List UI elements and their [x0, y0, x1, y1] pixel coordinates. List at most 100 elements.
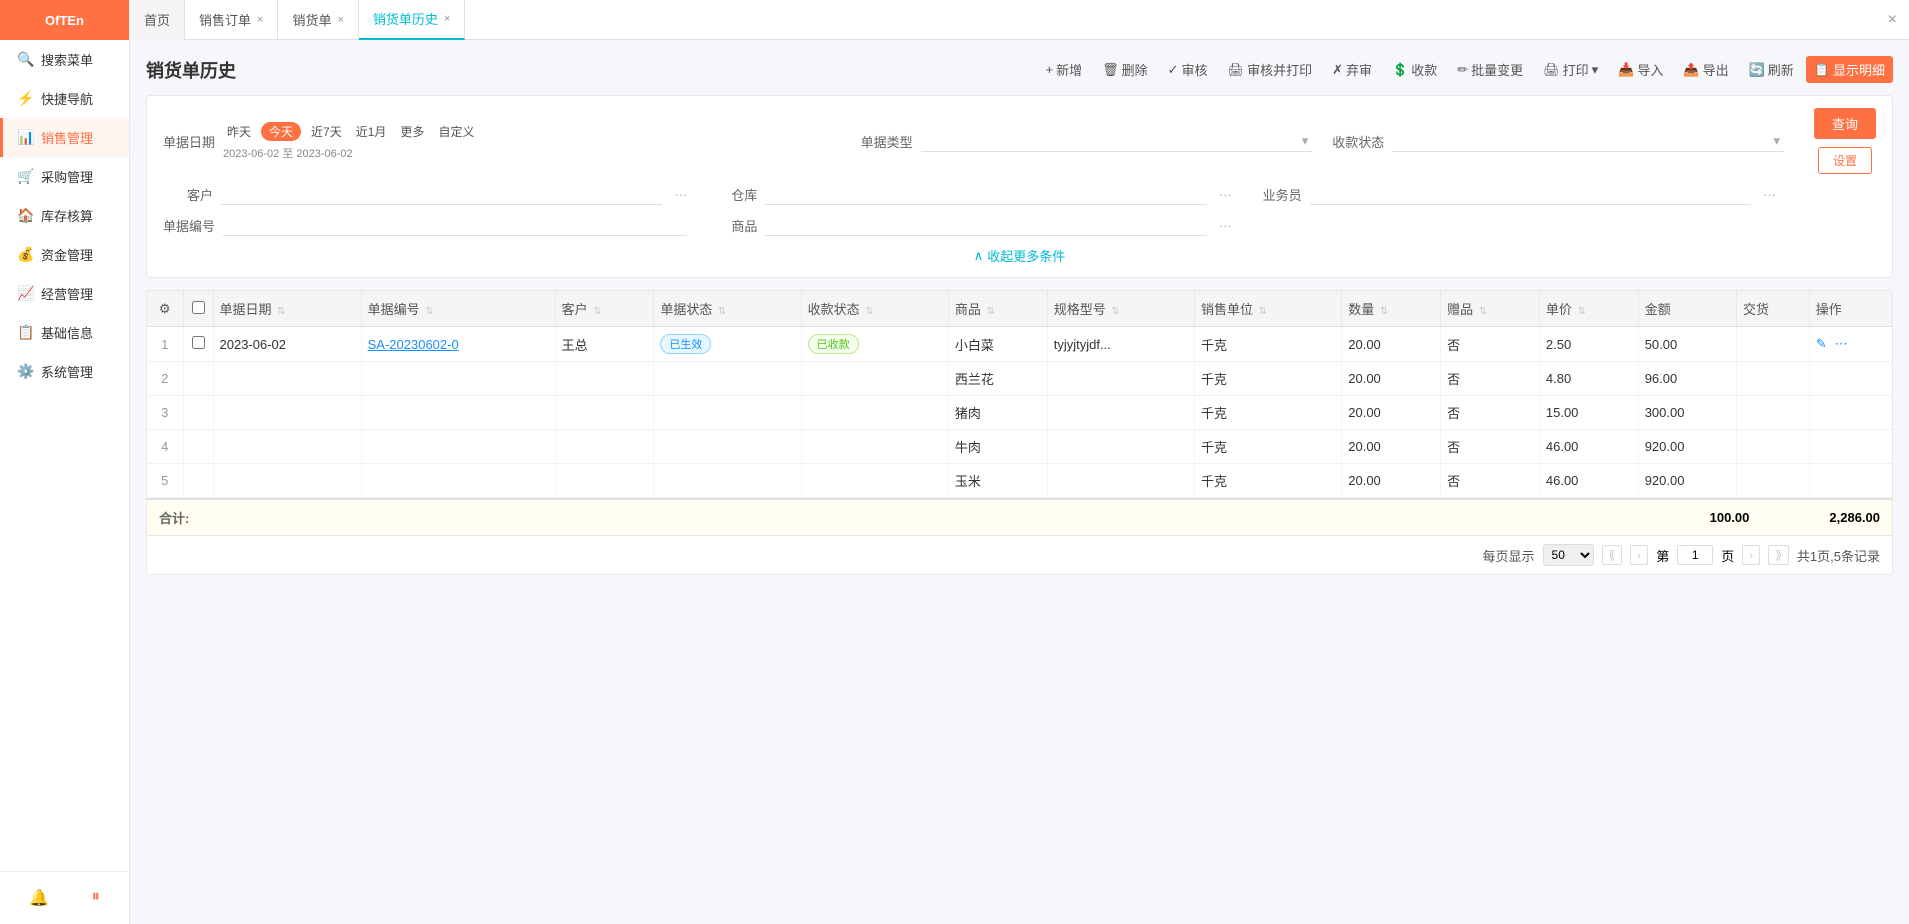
sidebar-item-sys-mgmt[interactable]: ⚙️ 系统管理	[0, 352, 129, 391]
sidebar-item-operations[interactable]: 📈 经营管理	[0, 274, 129, 313]
payment-status-select[interactable]	[1392, 131, 1784, 151]
doc-number-label: 单据编号	[163, 216, 215, 235]
shortcut-1month[interactable]: 近1月	[352, 122, 391, 141]
col-amount: 金额	[1638, 291, 1736, 327]
tab-sales-delivery[interactable]: 销货单 ×	[278, 0, 358, 40]
cell-unit: 千克	[1194, 327, 1341, 362]
col-doc-no[interactable]: 单据编号 ⇅	[361, 291, 555, 327]
import-button[interactable]: 📥 导入	[1610, 56, 1671, 83]
tab-sales-order-label: 销售订单	[199, 10, 251, 29]
col-action-label: 操作	[1816, 302, 1842, 317]
review-icon: ✓	[1168, 62, 1179, 78]
page-first-btn[interactable]: ⟪	[1602, 545, 1623, 565]
cell-pay-status: 已收款	[801, 327, 948, 362]
col-gift-sort-icon: ⇅	[1479, 306, 1487, 317]
goods-input[interactable]	[765, 215, 1206, 236]
review-button[interactable]: ✓ 审核	[1160, 56, 1216, 83]
shortcut-today[interactable]: 今天	[261, 122, 301, 141]
pause-icon[interactable]: ⏸	[92, 888, 100, 908]
tab-sales-order-close[interactable]: ×	[257, 14, 263, 26]
col-customer[interactable]: 客户 ⇅	[555, 291, 654, 327]
sidebar-item-search-menu[interactable]: 🔍 搜索菜单	[0, 40, 129, 79]
shortcut-custom[interactable]: 自定义	[434, 122, 478, 141]
goods-dots[interactable]: ···	[1219, 218, 1232, 233]
col-gift[interactable]: 赠品 ⇅	[1441, 291, 1540, 327]
collect-button[interactable]: 💲 收款	[1384, 56, 1445, 83]
col-price[interactable]: 单价 ⇅	[1539, 291, 1638, 327]
batch-change-label: 批量变更	[1471, 60, 1523, 79]
delete-button[interactable]: 🗑 删除	[1094, 56, 1156, 83]
more-action-icon[interactable]: ⋯	[1835, 336, 1848, 352]
col-qty[interactable]: 数量 ⇅	[1342, 291, 1441, 327]
filter-staff: 业务员 ···	[1252, 184, 1776, 205]
collapse-row: ∧ 收起更多条件	[163, 246, 1876, 265]
doc-number-input[interactable]	[223, 215, 687, 236]
shortcut-more[interactable]: 更多	[396, 122, 428, 141]
tab-sales-order[interactable]: 销售订单 ×	[185, 0, 278, 40]
col-spec[interactable]: 规格型号 ⇅	[1047, 291, 1194, 327]
col-doc-status[interactable]: 单据状态 ⇅	[654, 291, 801, 327]
export-button[interactable]: 📤 导出	[1675, 56, 1736, 83]
tab-sales-delivery-label: 销货单	[292, 10, 331, 29]
customer-dots[interactable]: ···	[674, 187, 687, 202]
sidebar-item-sales-mgmt[interactable]: 📊 销售管理	[0, 118, 129, 157]
sys-mgmt-icon: ⚙️	[17, 363, 33, 380]
col-gear[interactable]: ⚙	[147, 291, 183, 327]
batch-change-button[interactable]: ✏ 批量变更	[1449, 56, 1531, 83]
page-label: 第	[1656, 546, 1669, 565]
select-all-checkbox[interactable]	[192, 301, 205, 314]
edit-action-icon[interactable]: ✎	[1816, 336, 1827, 352]
review-print-button[interactable]: 🖨 审核并打印	[1220, 56, 1321, 83]
new-button[interactable]: + 新增	[1037, 56, 1090, 83]
shortcut-7days[interactable]: 近7天	[307, 122, 346, 141]
notification-icon[interactable]: 🔔	[29, 888, 49, 908]
sidebar-item-inventory[interactable]: 🏠 库存核算	[0, 196, 129, 235]
col-date[interactable]: 单据日期 ⇅	[213, 291, 361, 327]
page-title: 销货单历史	[146, 57, 236, 83]
tab-sales-delivery-close[interactable]: ×	[337, 14, 343, 26]
refresh-button[interactable]: 🔄 刷新	[1741, 56, 1802, 83]
total-qty: 100.00	[1710, 510, 1750, 525]
sidebar-item-label: 快捷导航	[41, 89, 93, 108]
cell-unit: 千克	[1194, 464, 1341, 498]
warehouse-dots[interactable]: ···	[1219, 187, 1232, 202]
col-spec-label: 规格型号	[1054, 302, 1106, 317]
page-input[interactable]	[1677, 545, 1713, 565]
col-pay-status[interactable]: 收款状态 ⇅	[801, 291, 948, 327]
doc-no-link[interactable]: SA-20230602-0	[368, 337, 459, 352]
doc-type-select[interactable]	[921, 131, 1313, 151]
date-range-display: 2023-06-02 至 2023-06-02	[223, 145, 478, 161]
col-goods[interactable]: 商品 ⇅	[948, 291, 1047, 327]
export-icon: 📤	[1683, 62, 1699, 78]
col-unit[interactable]: 销售单位 ⇅	[1194, 291, 1341, 327]
operations-icon: 📈	[17, 285, 33, 302]
collapse-button[interactable]: ∧ 收起更多条件	[974, 246, 1066, 265]
sidebar-item-finance[interactable]: 💰 资金管理	[0, 235, 129, 274]
page-prev-btn[interactable]: ‹	[1630, 545, 1648, 565]
tab-sales-history[interactable]: 销货单历史 ×	[359, 0, 465, 40]
tab-sales-history-close[interactable]: ×	[444, 13, 450, 25]
customer-input[interactable]	[221, 184, 662, 205]
abandon-button[interactable]: ✗ 弃审	[1324, 56, 1380, 83]
staff-input[interactable]	[1310, 184, 1751, 205]
warehouse-input[interactable]	[765, 184, 1206, 205]
settings-button[interactable]: 设置	[1818, 147, 1872, 174]
page-last-btn[interactable]: ⟫	[1768, 545, 1789, 565]
tab-home[interactable]: 首页	[130, 0, 185, 40]
sidebar-item-quick-nav[interactable]: ⚡ 快捷导航	[0, 79, 129, 118]
cell-price: 15.00	[1539, 396, 1638, 430]
tabs-close-all[interactable]: ×	[1876, 11, 1909, 29]
print-button[interactable]: 🖨 打印 ▾	[1535, 56, 1606, 83]
cell-exchange	[1737, 327, 1810, 362]
query-button[interactable]: 查询	[1814, 108, 1876, 139]
page-next-btn[interactable]: ›	[1742, 545, 1760, 565]
sidebar-item-basic-info[interactable]: 📋 基础信息	[0, 313, 129, 352]
shortcut-yesterday[interactable]: 昨天	[223, 122, 255, 141]
show-detail-button[interactable]: 📋 显示明细	[1806, 56, 1893, 83]
col-price-sort-icon: ⇅	[1578, 306, 1586, 317]
data-table-container: ⚙ 单据日期 ⇅ 单据编号 ⇅	[146, 290, 1893, 575]
row-checkbox[interactable]	[192, 336, 205, 349]
staff-dots[interactable]: ···	[1763, 187, 1776, 202]
page-size-select[interactable]: 50 20 100	[1543, 544, 1594, 566]
sidebar-item-purchase-mgmt[interactable]: 🛒 采购管理	[0, 157, 129, 196]
